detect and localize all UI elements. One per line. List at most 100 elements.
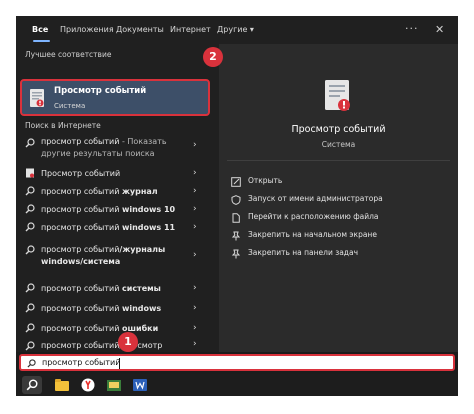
taskbar-search-button[interactable] [22, 376, 42, 394]
chevron-right-icon[interactable]: › [193, 222, 203, 232]
taskbar-app[interactable] [104, 376, 124, 394]
action-label: Перейти к расположению файла [248, 212, 379, 221]
result-query: просмотр событий [41, 284, 122, 293]
result-query: просмотр событий [41, 205, 122, 214]
list-item[interactable]: просмотр событий/журналы windows/система… [16, 242, 216, 274]
search-icon [25, 323, 35, 333]
chevron-right-icon[interactable]: › [193, 250, 203, 260]
result-text: просмотр событий windows [41, 303, 191, 315]
result-completion: windows 11 [121, 223, 176, 232]
event-viewer-icon [26, 168, 34, 178]
preview-title: Просмотр событий [291, 124, 386, 135]
list-item[interactable]: просмотр событий журнал › [16, 183, 216, 201]
chevron-right-icon[interactable]: › [193, 168, 203, 178]
pin-taskbar-icon [231, 249, 241, 259]
best-match-title: Просмотр событий [54, 86, 147, 96]
list-item[interactable]: просмотр событий - Показать другие резул… [16, 134, 216, 162]
action-label: Открыть [248, 176, 283, 185]
result-text: просмотр событий/журналы windows/система [41, 244, 191, 267]
file-location-icon [232, 213, 240, 223]
word-icon [133, 379, 147, 391]
list-item[interactable]: просмотр событий windows 10 › [16, 201, 216, 219]
best-match-subtitle: Система [54, 102, 86, 110]
results-list: Лучшее соответствие Просмотр событий Сис… [16, 44, 216, 352]
active-tab-indicator [33, 40, 50, 42]
result-text: просмотр событий - Показать другие резул… [41, 136, 191, 159]
search-icon [25, 186, 35, 196]
filter-tabs: Все Приложения Документы Интернет Другие… [16, 16, 458, 44]
tab-more[interactable]: Другие ▾ [217, 16, 254, 44]
web-search-heading: Поиск в Интернете [25, 121, 101, 130]
taskbar-yandex-browser[interactable] [78, 376, 98, 394]
chevron-right-icon[interactable]: › [193, 140, 203, 150]
list-item[interactable]: просмотр событий windows › [16, 300, 216, 318]
search-icon [25, 341, 35, 351]
close-icon[interactable]: ✕ [435, 16, 444, 44]
preview-subtitle: Система [321, 140, 356, 149]
search-icon [25, 245, 35, 255]
result-text: просмотр событий ошибки [41, 323, 191, 335]
tab-documents[interactable]: Документы [116, 16, 164, 44]
chevron-right-icon[interactable]: › [193, 339, 203, 349]
folder-icon [107, 380, 121, 391]
action-label: Закрепить на начальном экране [248, 230, 377, 239]
best-match-heading: Лучшее соответствие [25, 50, 112, 59]
chevron-right-icon[interactable]: › [193, 204, 203, 214]
best-match-item[interactable]: Просмотр событий Система [20, 79, 210, 116]
result-query: просмотр событий [41, 137, 120, 146]
action-label: Запуск от имени администратора [248, 194, 383, 203]
result-completion: windows [121, 304, 162, 313]
search-icon [25, 283, 35, 293]
list-item[interactable]: просмотр событий системы › [16, 280, 216, 298]
search-icon [27, 359, 36, 368]
chevron-right-icon[interactable]: › [193, 303, 203, 313]
chevron-right-icon[interactable]: › [193, 323, 203, 333]
result-query: просмотр событий [41, 245, 120, 254]
step-badge-2: 2 [203, 47, 223, 67]
result-query: просмотр событий [41, 324, 122, 333]
divider [227, 160, 450, 161]
result-text: просмотр событий журнал [41, 186, 191, 198]
chevron-right-icon[interactable]: › [193, 186, 203, 196]
search-icon [26, 379, 38, 391]
search-input[interactable]: просмотр событий [19, 354, 455, 371]
more-options-icon[interactable]: ··· [405, 16, 419, 44]
step-badge-1: 1 [118, 332, 138, 352]
tab-apps[interactable]: Приложения [60, 16, 114, 44]
start-search-panel: Все Приложения Документы Интернет Другие… [16, 16, 458, 352]
result-query: просмотр событий [41, 187, 122, 196]
yandex-browser-icon [81, 378, 95, 392]
taskbar [16, 374, 458, 396]
search-icon [25, 138, 35, 148]
action-label: Закрепить на панели задач [248, 248, 359, 257]
search-bar: просмотр событий [16, 352, 458, 374]
result-text: Просмотр событий [41, 168, 191, 180]
result-text: просмотр событий системы [41, 283, 191, 295]
run-as-admin-icon [231, 195, 241, 205]
pin-start-icon [231, 231, 241, 241]
search-query: просмотр событий [42, 358, 121, 367]
event-viewer-icon [30, 89, 44, 107]
taskbar-explorer[interactable] [52, 376, 72, 394]
list-item[interactable]: Просмотр событий › [16, 165, 216, 183]
list-item[interactable]: просмотр событий ошибки › [16, 320, 216, 338]
open-icon [231, 177, 241, 187]
result-query: просмотр событий [41, 304, 122, 313]
result-text: просмотр событий/просмотр журналов событ… [41, 340, 191, 352]
chevron-right-icon[interactable]: › [193, 283, 203, 293]
result-completion: журнал [121, 187, 158, 196]
list-item[interactable]: просмотр событий windows 11 › [16, 219, 216, 237]
result-completion: windows 10 [121, 205, 176, 214]
result-completion: системы [121, 284, 161, 293]
search-icon [25, 303, 35, 313]
text-cursor [119, 358, 120, 369]
event-viewer-icon [325, 80, 350, 111]
result-query: просмотр событий/просмотр журналов событ… [41, 341, 162, 350]
search-icon [25, 204, 35, 214]
tab-web[interactable]: Интернет [170, 16, 211, 44]
preview-pane: Просмотр событий Система Открыть Запуск … [219, 44, 458, 352]
list-item[interactable]: просмотр событий/просмотр журналов событ… [16, 338, 216, 352]
result-text: просмотр событий windows 10 [41, 204, 191, 216]
taskbar-word[interactable] [130, 376, 150, 394]
search-icon [25, 222, 35, 232]
